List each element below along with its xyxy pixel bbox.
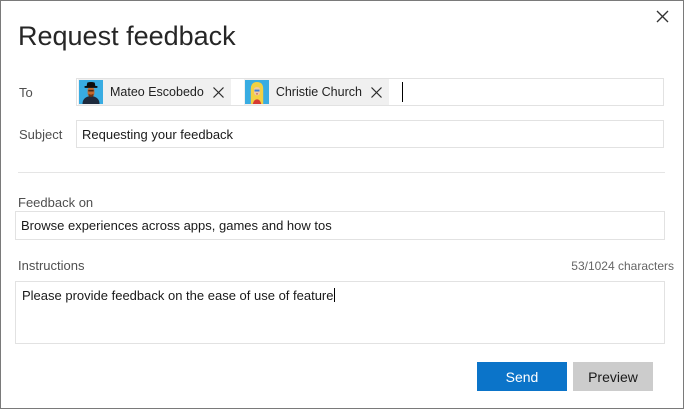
recipient-name: Christie Church [275,85,362,99]
instructions-textarea[interactable]: Please provide feedback on the ease of u… [15,281,665,344]
instructions-value: Please provide feedback on the ease of u… [22,288,334,303]
subject-label: Subject [19,127,63,142]
to-label: To [19,85,33,100]
text-caret [333,288,335,302]
instructions-label: Instructions [18,258,85,273]
remove-recipient-icon [371,86,382,98]
to-field[interactable]: Mateo Escobedo Christie Church [76,78,664,106]
close-icon [656,10,668,22]
feedback-on-value: Browse experiences across apps, games an… [21,218,332,233]
recipient-chip[interactable]: Christie Church [243,79,389,105]
avatar-christie [244,80,269,104]
remove-recipient-button[interactable] [371,86,382,98]
subject-input[interactable]: Requesting your feedback [76,120,664,148]
feedback-on-label: Feedback on [18,195,94,210]
recipient-name: Mateo Escobedo [110,85,204,99]
dialog-title: Request feedback [18,21,236,51]
text-caret [401,82,403,102]
recipient-chip[interactable]: Mateo Escobedo [78,79,231,105]
preview-button[interactable]: Preview [573,362,653,391]
close-button[interactable] [654,8,670,24]
avatar-mateo [79,80,103,104]
request-feedback-dialog: Request feedback To Mateo Escobedo Chris… [0,0,684,409]
send-button[interactable]: Send [477,362,567,391]
subject-value: Requesting your feedback [82,126,234,142]
section-divider [18,172,665,173]
character-counter: 53/1024 characters [571,259,674,273]
remove-recipient-icon [212,86,224,98]
remove-recipient-button[interactable] [212,86,224,98]
feedback-on-input[interactable]: Browse experiences across apps, games an… [15,211,665,240]
